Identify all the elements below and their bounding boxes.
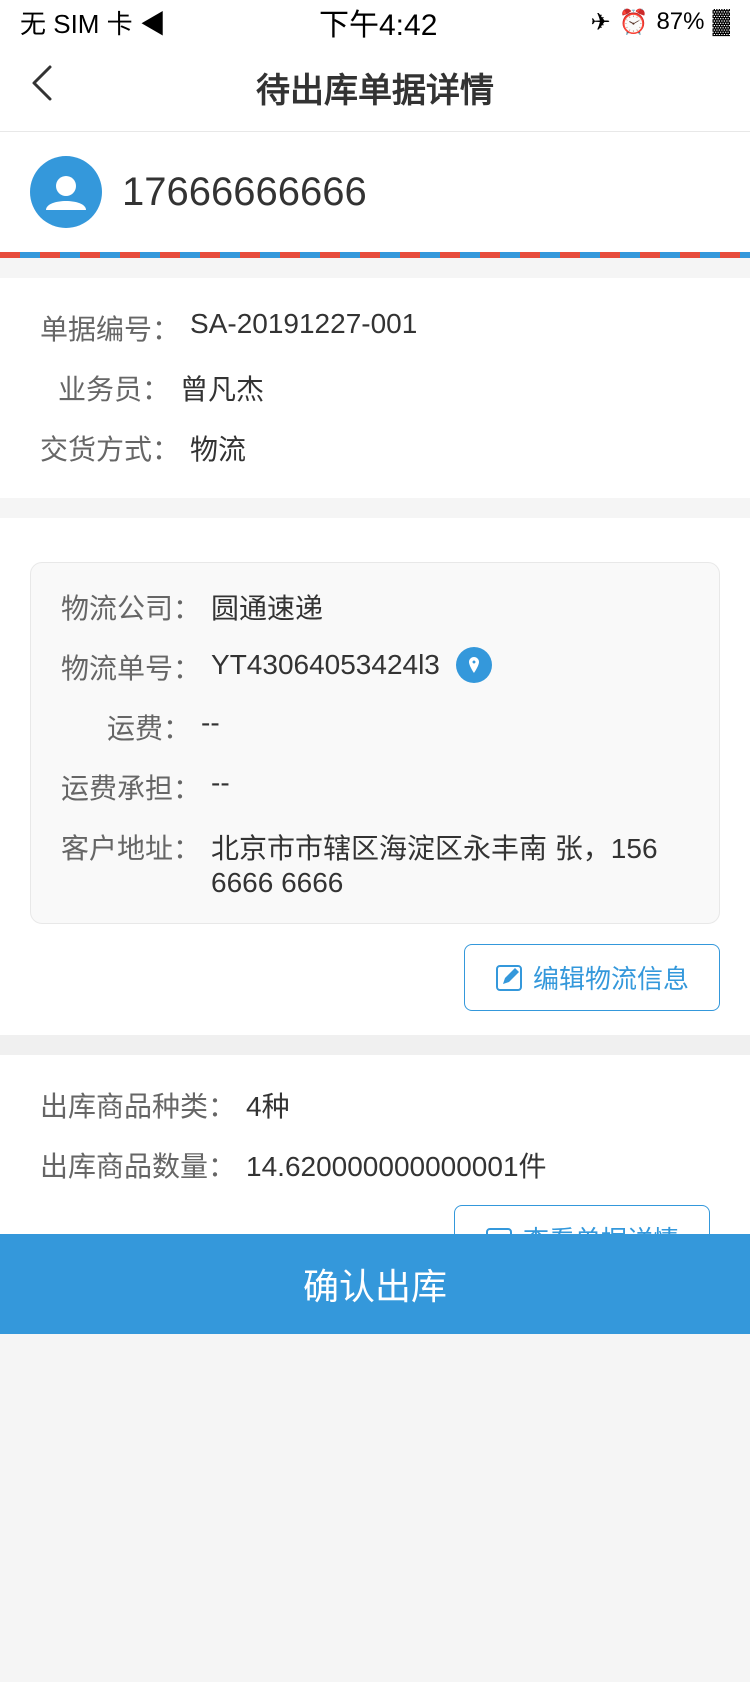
nav-bar: 待出库单据详情 xyxy=(0,44,750,132)
battery-status: 87% xyxy=(656,8,704,36)
dashed-separator xyxy=(0,252,750,258)
status-left: 无 SIM 卡 ◀ xyxy=(20,4,166,41)
goods-type-label: 出库商品种类： xyxy=(40,1085,246,1125)
section-divider xyxy=(0,1035,750,1055)
status-time: 下午4:42 xyxy=(319,0,437,44)
tracking-label: 物流单号： xyxy=(61,647,211,687)
freight-row: 运费： -- xyxy=(61,707,689,747)
staff-value: 曾凡杰 xyxy=(180,368,710,408)
status-bar: 无 SIM 卡 ◀ 下午4:42 ✈ ⏰ 87% ▓ xyxy=(0,0,750,44)
logistics-company-value: 圆通速递 xyxy=(211,587,689,627)
goods-quantity-label: 出库商品数量： xyxy=(40,1145,246,1185)
logistics-section: 物流公司： 圆通速递 物流单号： YT43064053424l3 运费： -- xyxy=(0,518,750,1035)
goods-quantity-value: 14.620000000000001件 xyxy=(246,1145,710,1185)
battery-icon: ▓ xyxy=(713,8,731,36)
address-value: 北京市市辖区海淀区永丰南 张，156 6666 6666 xyxy=(211,827,689,899)
order-info-section: 单据编号： SA-20191227-001 业务员： 曾凡杰 交货方式： 物流 xyxy=(0,278,750,498)
delivery-row: 交货方式： 物流 xyxy=(40,428,710,468)
edit-logistics-container: 编辑物流信息 xyxy=(30,944,720,1011)
confirm-bar[interactable]: 确认出库 xyxy=(0,1234,750,1334)
location-icon-status: ✈ xyxy=(590,8,610,37)
tracking-location-button[interactable] xyxy=(456,647,492,683)
order-number-label: 单据编号： xyxy=(40,308,190,348)
customer-header: 17666666666 xyxy=(0,132,750,252)
address-row: 客户地址： 北京市市辖区海淀区永丰南 张，156 6666 6666 xyxy=(61,827,689,899)
tracking-value: YT43064053424l3 xyxy=(211,647,689,683)
order-number-row: 单据编号： SA-20191227-001 xyxy=(40,308,710,348)
status-right: ✈ ⏰ 87% ▓ xyxy=(590,8,730,37)
address-label: 客户地址： xyxy=(61,827,211,867)
customer-phone: 17666666666 xyxy=(122,170,367,215)
freight-value: -- xyxy=(201,707,689,739)
sim-status: 无 SIM 卡 ◀ xyxy=(20,4,166,41)
staff-label: 业务员： xyxy=(40,368,180,408)
delivery-value: 物流 xyxy=(190,428,710,468)
tracking-row: 物流单号： YT43064053424l3 xyxy=(61,647,689,687)
back-button[interactable] xyxy=(30,63,54,113)
confirm-button-label: 确认出库 xyxy=(303,1258,447,1310)
empty-area xyxy=(0,1302,750,1582)
freight-bear-label: 运费承担： xyxy=(61,767,211,807)
goods-type-value: 4种 xyxy=(246,1085,710,1125)
goods-quantity-row: 出库商品数量： 14.620000000000001件 xyxy=(40,1145,710,1185)
alarm-icon: ⏰ xyxy=(619,8,649,37)
freight-label: 运费： xyxy=(61,707,201,747)
delivery-label: 交货方式： xyxy=(40,428,190,468)
goods-type-row: 出库商品种类： 4种 xyxy=(40,1085,710,1125)
edit-logistics-button[interactable]: 编辑物流信息 xyxy=(464,944,720,1011)
freight-bear-row: 运费承担： -- xyxy=(61,767,689,807)
avatar xyxy=(30,156,102,228)
staff-row: 业务员： 曾凡杰 xyxy=(40,368,710,408)
edit-logistics-label: 编辑物流信息 xyxy=(533,959,689,996)
page-title: 待出库单据详情 xyxy=(256,63,494,112)
logistics-company-row: 物流公司： 圆通速递 xyxy=(61,587,689,627)
order-number-value: SA-20191227-001 xyxy=(190,308,710,340)
freight-bear-value: -- xyxy=(211,767,689,799)
logistics-company-label: 物流公司： xyxy=(61,587,211,627)
logistics-card: 物流公司： 圆通速递 物流单号： YT43064053424l3 运费： -- xyxy=(30,562,720,924)
